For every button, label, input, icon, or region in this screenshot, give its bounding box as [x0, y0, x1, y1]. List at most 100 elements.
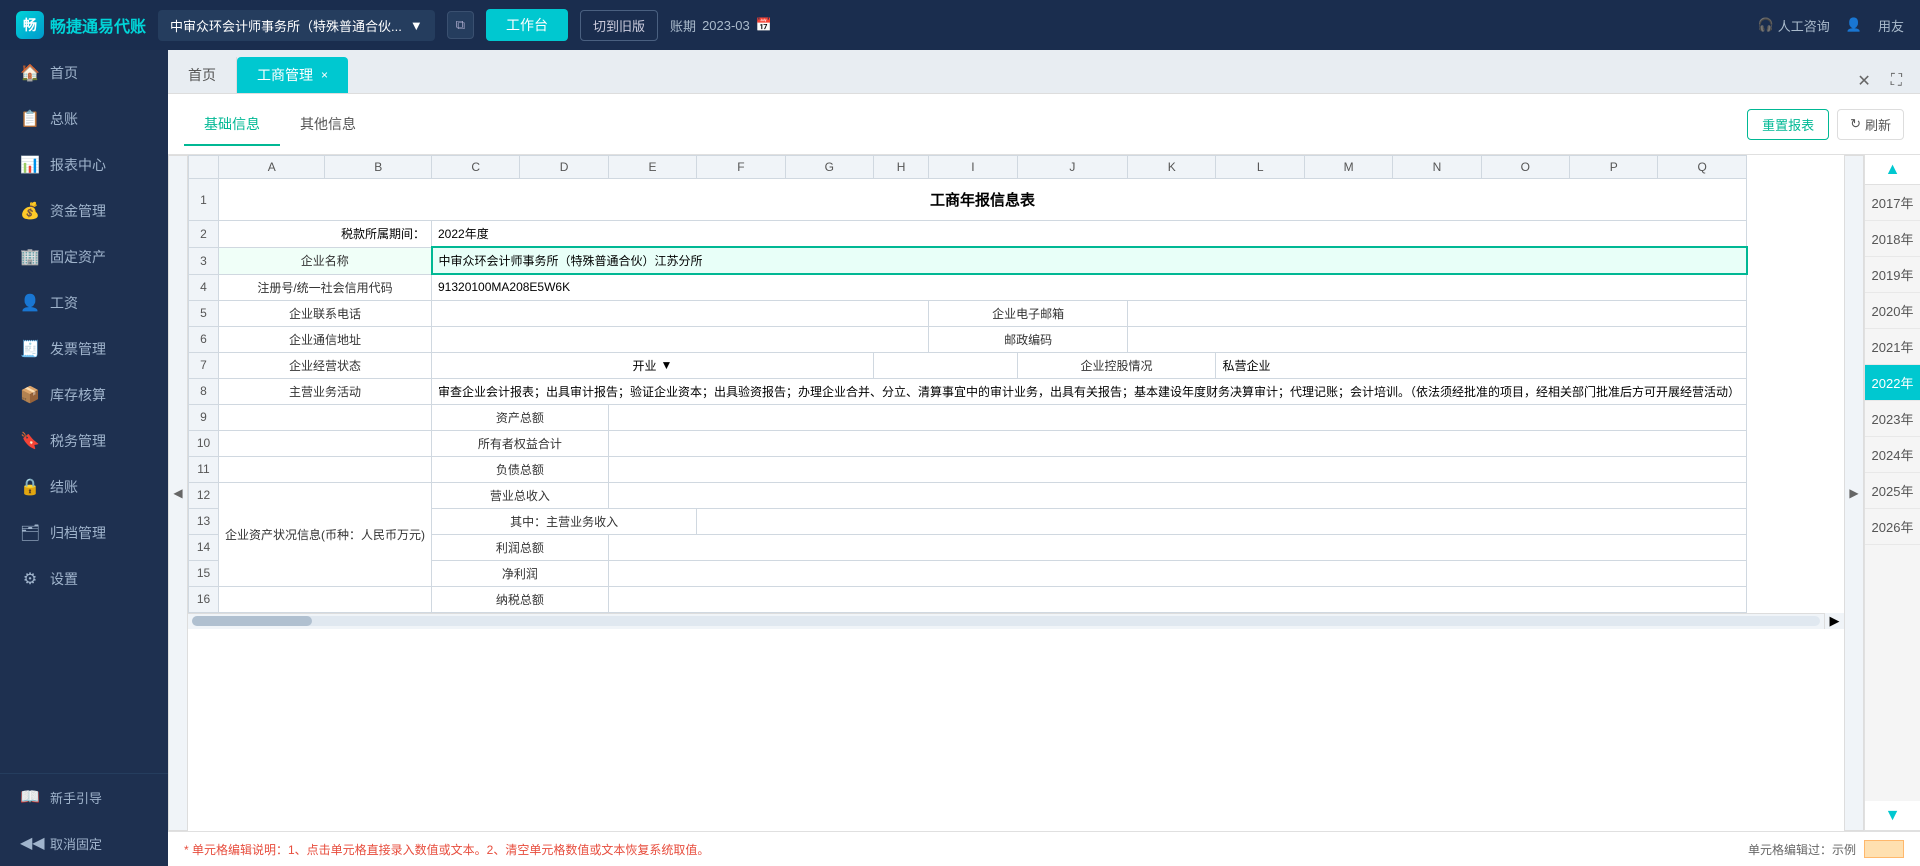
tab-controls: ✕ ⛶ [1839, 69, 1920, 93]
col-header-h: H [873, 156, 928, 179]
copy-icon[interactable]: ⧉ [447, 11, 474, 39]
cell-4-c[interactable]: 91320100MA208E5W6K [432, 274, 1747, 300]
col-header-n: N [1393, 156, 1481, 179]
cell-10-ab [219, 430, 432, 456]
year-2021[interactable]: 2021年 [1865, 329, 1920, 365]
scroll-left-button[interactable]: ◀ [168, 155, 188, 831]
cell-6-k[interactable] [1128, 326, 1747, 352]
sheet-container[interactable]: A B C D E F G H I J K L M [188, 155, 1844, 831]
year-nav-down[interactable]: ▼ [1865, 801, 1920, 831]
title-cell[interactable]: 工商年报信息表 [219, 179, 1747, 221]
sub-tab-other[interactable]: 其他信息 [280, 104, 376, 146]
year-2022[interactable]: 2022年 [1865, 365, 1920, 401]
tab-home[interactable]: 首页 [168, 57, 237, 93]
sidebar-item-settings[interactable]: ⚙ 设置 [0, 556, 168, 602]
sidebar-item-fund[interactable]: 💰 资金管理 [0, 188, 168, 234]
refresh-button[interactable]: ↻ 刷新 [1837, 109, 1904, 140]
row-num-8: 8 [189, 378, 219, 404]
sidebar-item-inventory[interactable]: 📦 库存核算 [0, 372, 168, 418]
oldver-button[interactable]: 切到旧版 [580, 10, 658, 41]
year-2018[interactable]: 2018年 [1865, 221, 1920, 257]
support-button[interactable]: 🎧 人工咨询 [1758, 16, 1830, 35]
horizontal-scrollbar[interactable]: ▶ [188, 613, 1844, 629]
sidebar-item-report[interactable]: 📊 报表中心 [0, 142, 168, 188]
sub-tab-basic[interactable]: 基础信息 [184, 104, 280, 146]
cell-7-c[interactable]: 开业 ▼ [432, 352, 874, 378]
row-num-14: 14 [189, 534, 219, 560]
cell-15-e[interactable] [608, 560, 1746, 586]
cell-7-j: 企业控股情况 [1017, 352, 1216, 378]
year-2017[interactable]: 2017年 [1865, 185, 1920, 221]
sidebar-label-ledger: 总账 [50, 109, 78, 129]
year-2026[interactable]: 2026年 [1865, 509, 1920, 545]
col-header-o: O [1481, 156, 1569, 179]
year-2024[interactable]: 2024年 [1865, 437, 1920, 473]
sidebar-item-home[interactable]: 🏠 首页 [0, 50, 168, 96]
sidebar-item-invoice[interactable]: 🧾 发票管理 [0, 326, 168, 372]
col-header-a: A [219, 156, 325, 179]
cell-11-ab [219, 456, 432, 482]
cell-10-e[interactable] [608, 430, 1746, 456]
scroll-thumb[interactable] [192, 616, 312, 626]
sidebar-item-ledger[interactable]: 📋 总账 [0, 96, 168, 142]
tab-close-icon[interactable]: ✕ [1851, 69, 1876, 93]
tab-bar: 首页 工商管理 × ✕ ⛶ [168, 50, 1920, 94]
sidebar-label-inventory: 库存核算 [50, 385, 106, 405]
cell-13-f[interactable] [697, 508, 1747, 534]
salary-icon: 👤 [20, 293, 40, 313]
scroll-right-button[interactable]: ▶ [1844, 155, 1864, 831]
cell-7-l[interactable]: 私营企业 [1216, 352, 1747, 378]
refresh-icon: ↻ [1850, 116, 1861, 132]
sidebar-label-report: 报表中心 [50, 155, 106, 175]
cell-5-k[interactable] [1128, 300, 1747, 326]
row-num-9: 9 [189, 404, 219, 430]
calendar-icon[interactable]: 📅 [756, 17, 772, 33]
sidebar-label-close: 结账 [50, 477, 78, 497]
cell-12-e[interactable] [608, 482, 1746, 508]
cell-6-c[interactable] [432, 326, 929, 352]
cell-16-e[interactable] [608, 586, 1746, 612]
user-label: 用友 [1878, 16, 1904, 35]
table-row: 11 负债总额 [189, 456, 1747, 482]
cell-12-c: 营业总收入 [432, 482, 609, 508]
reset-button[interactable]: 重置报表 [1747, 109, 1829, 140]
cell-3-c[interactable]: 中审众环会计师事务所（特殊普通合伙）江苏分所 [432, 247, 1747, 274]
sidebar-item-asset[interactable]: 🏢 固定资产 [0, 234, 168, 280]
table-row: 3 企业名称 中审众环会计师事务所（特殊普通合伙）江苏分所 [189, 247, 1747, 274]
col-header-d: D [520, 156, 608, 179]
company-selector[interactable]: 中审众环会计师事务所（特殊普通合伙... ▼ [158, 10, 435, 41]
cell-8-c[interactable]: 审查企业会计报表；出具审计报告；验证企业资本；出具验资报告；办理企业合并、分立、… [432, 378, 1747, 404]
row-num-16: 16 [189, 586, 219, 612]
cell-2-c[interactable]: 2022年度 [432, 221, 1747, 248]
workbench-button[interactable]: 工作台 [486, 9, 568, 41]
tab-close-button[interactable]: × [321, 68, 328, 82]
tab-expand-icon[interactable]: ⛶ [1885, 70, 1908, 92]
cell-11-c: 负债总额 [432, 456, 609, 482]
user-avatar[interactable]: 👤 [1846, 17, 1862, 33]
cell-11-e[interactable] [608, 456, 1746, 482]
cell-9-e[interactable] [608, 404, 1746, 430]
year-2025[interactable]: 2025年 [1865, 473, 1920, 509]
cell-5-c[interactable] [432, 300, 929, 326]
report-icon: 📊 [20, 155, 40, 175]
year-nav-up[interactable]: ▲ [1865, 155, 1920, 185]
cell-14-e[interactable] [608, 534, 1746, 560]
year-2023[interactable]: 2023年 [1865, 401, 1920, 437]
sidebar-item-archive[interactable]: 🗂 归档管理 [0, 510, 168, 556]
year-2020[interactable]: 2020年 [1865, 293, 1920, 329]
year-2019[interactable]: 2019年 [1865, 257, 1920, 293]
guide-icon: 📖 [20, 787, 40, 807]
col-header-k: K [1128, 156, 1216, 179]
sidebar-item-guide[interactable]: 📖 新手引导 [0, 774, 168, 820]
sidebar-label-unpin: 取消固定 [50, 834, 102, 853]
scroll-right-small[interactable]: ▶ [1824, 613, 1844, 629]
sidebar-item-tax[interactable]: 🔖 税务管理 [0, 418, 168, 464]
tab-active[interactable]: 工商管理 × [237, 57, 348, 93]
sidebar-item-unpin[interactable]: ◀◀ 取消固定 [0, 820, 168, 866]
cell-15-c: 净利润 [432, 560, 609, 586]
sidebar-item-close[interactable]: 🔒 结账 [0, 464, 168, 510]
sidebar-item-salary[interactable]: 👤 工资 [0, 280, 168, 326]
archive-icon: 🗂 [20, 523, 40, 543]
cell-2-ab[interactable]: 税款所属期间： [219, 221, 432, 248]
table-row: 5 企业联系电话 企业电子邮箱 [189, 300, 1747, 326]
